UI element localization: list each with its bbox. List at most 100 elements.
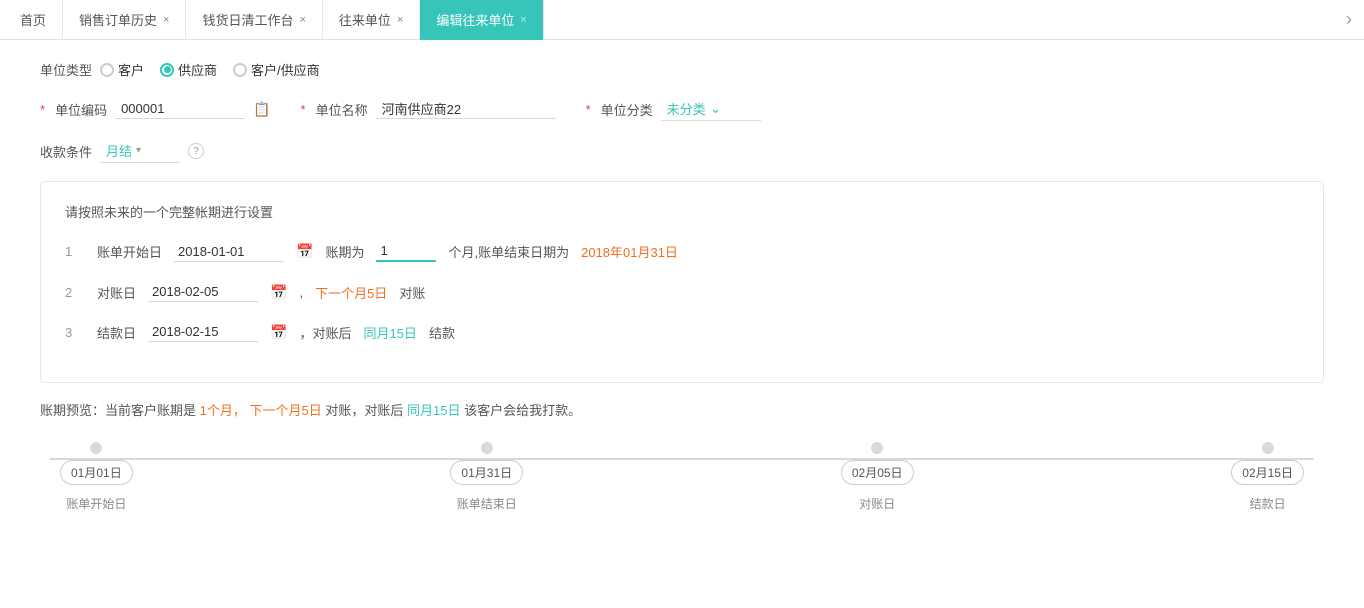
- unit-category-chevron: ⌄: [710, 100, 722, 117]
- period-row-2: 2 对账日 📅 , 下一个月5日 对账: [65, 282, 1299, 302]
- tab-cash-work[interactable]: 钱货日清工作台 ×: [186, 0, 322, 40]
- unit-code-input[interactable]: [115, 99, 245, 119]
- period-desc-before-1: 账期为: [325, 242, 364, 261]
- payment-condition-label: 收款条件: [40, 142, 92, 161]
- period-num-3: 3: [65, 325, 85, 340]
- period-cal-icon-3[interactable]: 📅: [270, 324, 287, 341]
- section-title: 请按照未来的一个完整帐期进行设置: [65, 202, 1299, 221]
- timeline-dot-2: [481, 442, 493, 454]
- period-num-2: 2: [65, 285, 85, 300]
- radio-supplier[interactable]: 供应商: [160, 60, 217, 79]
- radio-both[interactable]: 客户/供应商: [233, 60, 320, 79]
- timeline-dot-3: [871, 442, 883, 454]
- timeline-point-2: 01月31日 账单结束日: [450, 442, 523, 512]
- unit-code-label: 单位编码: [55, 100, 107, 119]
- radio-customer[interactable]: 客户: [100, 60, 144, 79]
- preview-part2: 下一个月5日: [250, 403, 322, 418]
- preview-part5: 该客户会给我打款。: [464, 403, 581, 418]
- tab-edit-partner-label: 编辑往来单位: [436, 10, 514, 29]
- period-desc-3a: ，对账后: [299, 323, 351, 342]
- period-desc-2a: ,: [299, 285, 303, 300]
- radio-customer-label: 客户: [118, 60, 144, 79]
- tab-sales-history[interactable]: 销售订单历史 ×: [63, 0, 186, 40]
- payment-condition-item: 收款条件 月结 ▾ ?: [40, 139, 204, 163]
- unit-type-row: 单位类型 客户 供应商 客户/供应商: [40, 60, 1324, 79]
- tab-partner[interactable]: 往来单位 ×: [323, 0, 420, 40]
- timeline-dot-4: [1262, 442, 1274, 454]
- unit-category-star: *: [586, 102, 591, 117]
- unit-name-input[interactable]: [376, 99, 556, 119]
- period-cal-icon-1[interactable]: 📅: [296, 243, 313, 260]
- tab-partner-label: 往来单位: [339, 10, 391, 29]
- tab-cash-work-close[interactable]: ×: [299, 14, 305, 26]
- help-icon[interactable]: ?: [188, 143, 204, 159]
- tab-edit-partner[interactable]: 编辑往来单位 ×: [420, 0, 543, 40]
- tab-edit-partner-close[interactable]: ×: [520, 14, 526, 26]
- preview-part3: 对账，对账后: [325, 403, 403, 418]
- period-desc-2-highlight: 下一个月5日: [315, 283, 387, 302]
- period-desc-3-highlight: 同月15日: [363, 323, 416, 342]
- period-cal-icon-2[interactable]: 📅: [270, 284, 287, 301]
- period-date-input-2[interactable]: [148, 282, 258, 302]
- period-desc-after-1: 个月,账单结束日期为: [448, 242, 569, 261]
- period-date-input-1[interactable]: [174, 242, 284, 262]
- unit-name-star: *: [301, 102, 306, 117]
- preview-label: 账期预览：当前客户账期是: [40, 403, 196, 418]
- period-row-1: 1 账单开始日 📅 账期为 个月,账单结束日期为 2018年01月31日: [65, 241, 1299, 262]
- payment-condition-row: 收款条件 月结 ▾ ?: [40, 139, 1324, 163]
- unit-category-select[interactable]: 未分类 ⌄: [661, 97, 761, 121]
- preview-part1: 1个月，: [200, 403, 246, 418]
- tab-sales-history-label: 销售订单历史: [79, 10, 157, 29]
- tab-sales-history-close[interactable]: ×: [163, 14, 169, 26]
- timeline-label-2: 账单结束日: [457, 495, 517, 512]
- timeline-badge-1: 01月01日: [60, 460, 133, 485]
- payment-condition-value: 月结: [106, 141, 132, 160]
- unit-category-item: * 单位分类 未分类 ⌄: [586, 97, 761, 121]
- tab-partner-close[interactable]: ×: [397, 14, 403, 26]
- unit-name-label: 单位名称: [316, 100, 368, 119]
- timeline-point-4: 02月15日 结款日: [1231, 442, 1304, 512]
- radio-both-label: 客户/供应商: [251, 60, 320, 79]
- radio-both-circle: [233, 63, 247, 77]
- radio-customer-circle: [100, 63, 114, 77]
- period-month-input[interactable]: [376, 241, 436, 262]
- preview-section: 账期预览：当前客户账期是 1个月， 下一个月5日 对账，对账后 同月15日 该客…: [40, 399, 1324, 512]
- timeline-wrapper: 01月01日 账单开始日 01月31日 账单结束日 02月05日 对账日: [40, 442, 1324, 512]
- tab-home-label: 首页: [20, 10, 46, 29]
- payment-condition-select[interactable]: 月结 ▾: [100, 139, 180, 163]
- timeline-label-4: 结款日: [1250, 495, 1286, 512]
- preview-text: 账期预览：当前客户账期是 1个月， 下一个月5日 对账，对账后 同月15日 该客…: [40, 399, 1324, 422]
- period-label-2: 对账日: [97, 283, 136, 302]
- unit-category-label: 单位分类: [601, 100, 653, 119]
- payment-condition-chevron: ▾: [136, 145, 141, 156]
- section-box: 请按照未来的一个完整帐期进行设置 1 账单开始日 📅 账期为 个月,账单结束日期…: [40, 181, 1324, 383]
- unit-code-item: * 单位编码 📋: [40, 99, 271, 119]
- period-date-input-3[interactable]: [148, 322, 258, 342]
- page-content: 单位类型 客户 供应商 客户/供应商 * 单位编码: [0, 40, 1364, 608]
- timeline-point-1: 01月01日 账单开始日: [60, 442, 133, 512]
- unit-type-label: 单位类型: [40, 60, 92, 79]
- period-row-3: 3 结款日 📅 ，对账后 同月15日 结款: [65, 322, 1299, 342]
- period-label-1: 账单开始日: [97, 242, 162, 261]
- preview-part4: 同月15日: [407, 403, 460, 418]
- timeline-badge-2: 01月31日: [450, 460, 523, 485]
- period-desc-2b: 对账: [399, 283, 425, 302]
- unit-info-row: * 单位编码 📋 * 单位名称 * 单位分类 未分类 ⌄: [40, 97, 1324, 121]
- radio-supplier-circle: [160, 63, 174, 77]
- unit-type-item: 单位类型 客户 供应商 客户/供应商: [40, 60, 320, 79]
- unit-name-item: * 单位名称: [301, 99, 556, 119]
- tab-cash-work-label: 钱货日清工作台: [202, 10, 293, 29]
- period-desc-3b: 结款: [429, 323, 455, 342]
- timeline-points: 01月01日 账单开始日 01月31日 账单结束日 02月05日 对账日: [60, 442, 1304, 512]
- unit-code-copy-icon[interactable]: 📋: [253, 101, 270, 118]
- period-num-1: 1: [65, 244, 85, 259]
- unit-category-value: 未分类: [667, 99, 706, 118]
- timeline-point-3: 02月05日 对账日: [841, 442, 914, 512]
- timeline-label-3: 对账日: [859, 495, 895, 512]
- period-end-date-highlight: 2018年01月31日: [581, 242, 678, 261]
- radio-supplier-label: 供应商: [178, 60, 217, 79]
- tab-home[interactable]: 首页: [0, 0, 63, 40]
- tab-more-button[interactable]: ›: [1334, 9, 1364, 30]
- timeline-badge-3: 02月05日: [841, 460, 914, 485]
- period-label-3: 结款日: [97, 323, 136, 342]
